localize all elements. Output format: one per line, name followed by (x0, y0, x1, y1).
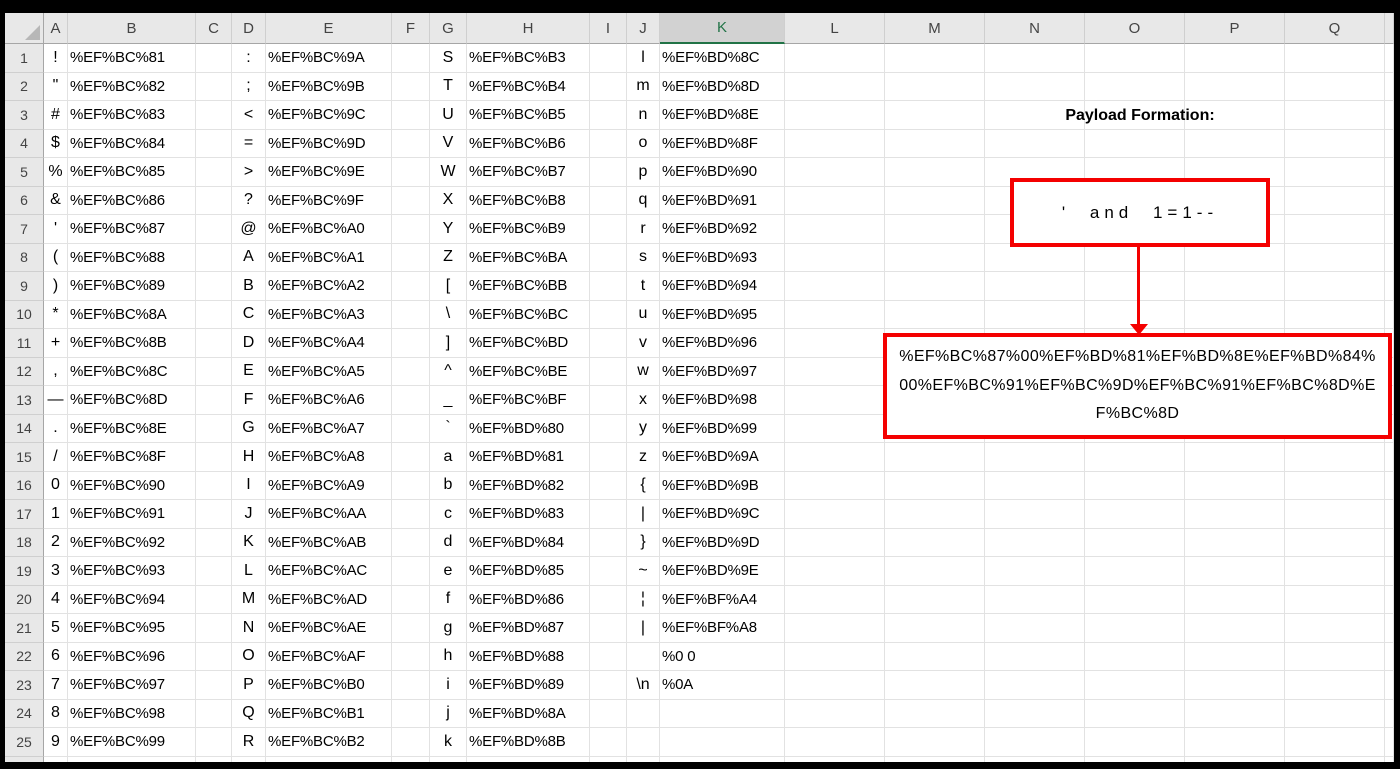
annotation-layer: Payload Formation: ' and 1=1-- %EF%BC%87… (5, 13, 1394, 762)
encoded-payload-box: %EF%BC%87%00%EF%BD%81%EF%BD%8E%EF%BD%84%… (883, 333, 1392, 439)
plain-payload-box: ' and 1=1-- (1010, 178, 1270, 247)
screenshot-frame: A B C D E F G H I J K L M N O P Q 1! %EF%BC%81: %EF%BC%9A S%… (0, 0, 1400, 769)
down-arrow-line (1137, 247, 1140, 325)
spreadsheet: A B C D E F G H I J K L M N O P Q 1! %EF%BC%81: %EF%BC%9A S%… (5, 13, 1394, 762)
plain-payload-text: ' and 1=1-- (1061, 202, 1219, 222)
payload-formation-title: Payload Formation: (1065, 107, 1215, 124)
